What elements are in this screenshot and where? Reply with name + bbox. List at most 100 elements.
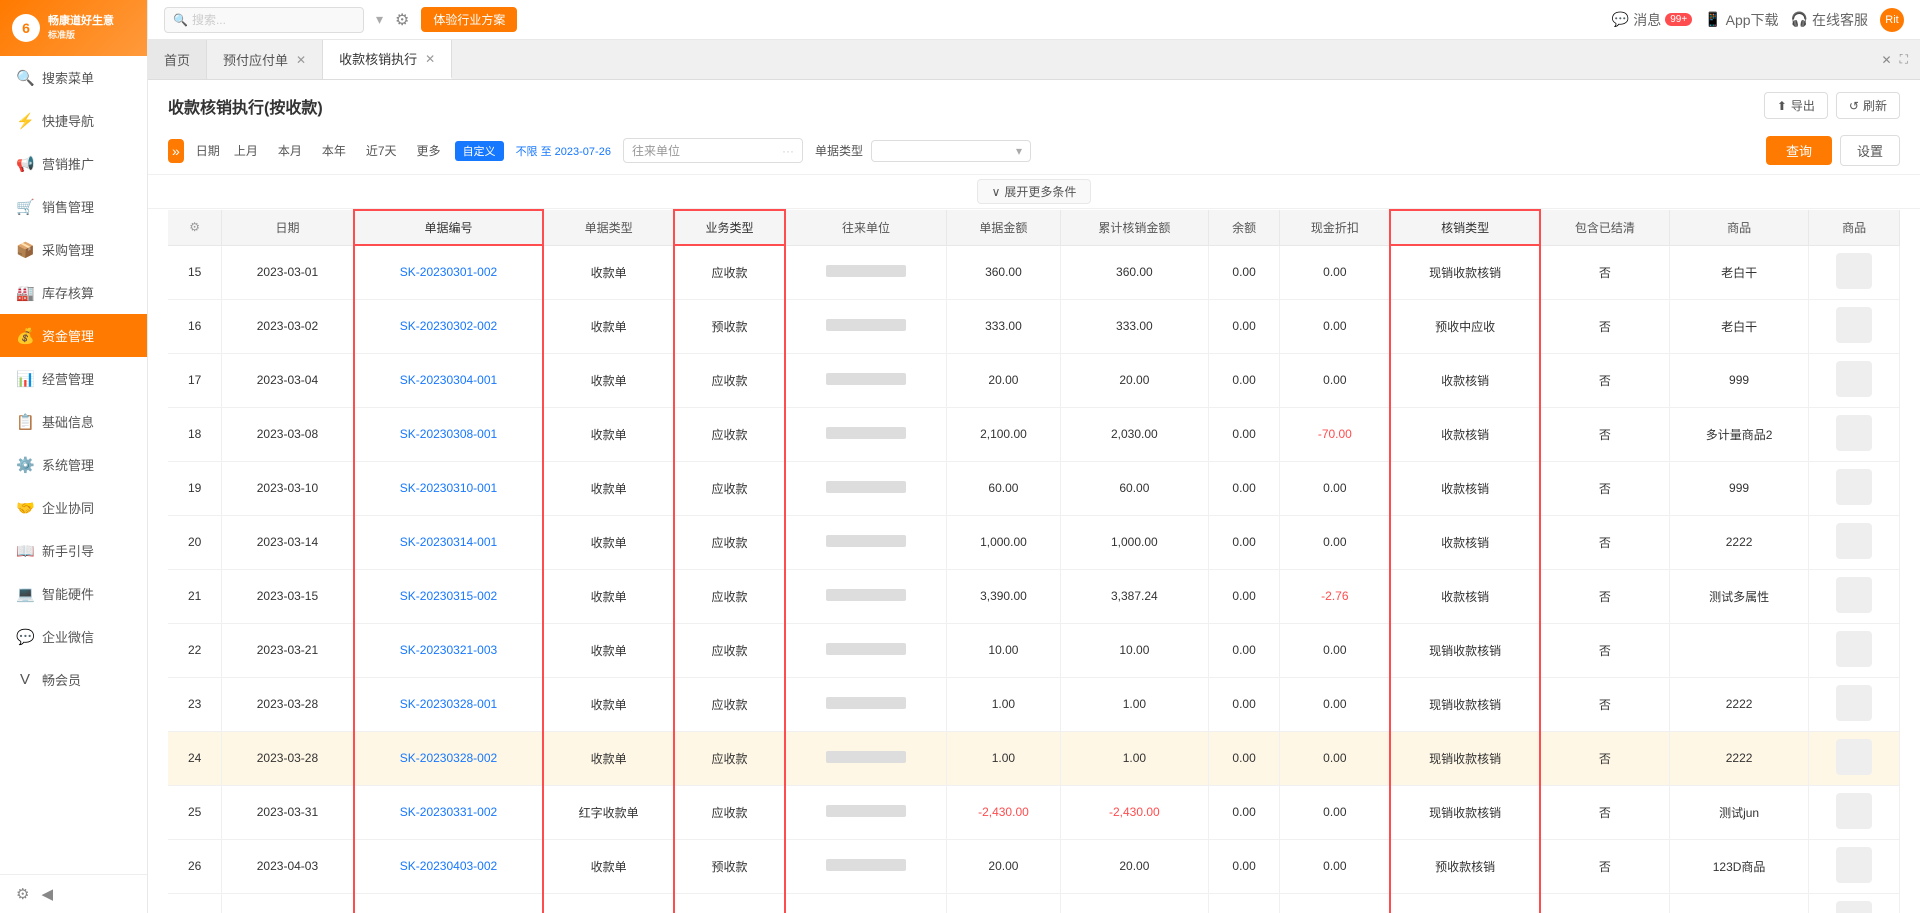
industry-solution-button[interactable]: 体验行业方案 [421, 7, 517, 32]
th-included[interactable]: 包含已结清 [1540, 210, 1670, 245]
goods-thumbnail [1836, 253, 1872, 289]
hardware-icon: 💻 [16, 585, 34, 603]
query-button[interactable]: 查询 [1766, 136, 1832, 165]
bill-no-link[interactable]: SK-20230331-002 [400, 805, 497, 819]
th-amount[interactable]: 单据金额 [946, 210, 1060, 245]
expand-more-btn[interactable]: ∨ 展开更多条件 [977, 179, 1092, 204]
tab-expand-icon[interactable]: ⛶ [1900, 52, 1908, 67]
sidebar-item-wechat[interactable]: 💬 企业微信 [0, 615, 147, 658]
bill-no-link[interactable]: SK-20230403-002 [400, 859, 497, 873]
tab-prepay[interactable]: 预付应付单 ✕ [207, 40, 323, 79]
export-icon: ⬆ [1777, 99, 1787, 113]
online-service-area[interactable]: 🎧 在线客服 [1791, 10, 1868, 30]
cell-cumulative: 20.00 [1060, 839, 1208, 893]
settings-top-icon[interactable]: ⚙ [395, 10, 409, 30]
bill-no-link[interactable]: SK-20230315-002 [400, 589, 497, 603]
bill-no-link[interactable]: SK-20230321-003 [400, 643, 497, 657]
th-balance[interactable]: 余额 [1208, 210, 1280, 245]
cell-bill-no[interactable]: SK-20230408-001 [354, 893, 544, 913]
tab-close-icon[interactable]: ✕ [1882, 53, 1892, 67]
settings-bottom-icon[interactable]: ⚙ [16, 885, 29, 903]
bill-no-link[interactable]: SK-20230328-001 [400, 697, 497, 711]
sidebar-item-system[interactable]: ⚙️ 系统管理 [0, 443, 147, 486]
cell-goods2 [1809, 623, 1900, 677]
cell-bill-no[interactable]: SK-20230304-001 [354, 353, 544, 407]
cell-bill-no[interactable]: SK-20230315-002 [354, 569, 544, 623]
date-custom-btn[interactable]: 自定义 [455, 141, 504, 161]
bill-type-select[interactable]: ▾ [871, 140, 1031, 162]
notification-area[interactable]: 💬 消息 99+ [1612, 10, 1692, 30]
sidebar-item-quicknav[interactable]: ⚡ 快捷导航 [0, 99, 147, 142]
th-settings[interactable]: ⚙ [168, 210, 222, 245]
th-partner[interactable]: 往来单位 [785, 210, 946, 245]
cell-goods1: 999 [1669, 461, 1808, 515]
setting-button[interactable]: 设置 [1840, 135, 1900, 166]
bill-no-link[interactable]: SK-20230302-002 [400, 319, 497, 333]
column-settings-icon[interactable]: ⚙ [189, 220, 200, 234]
th-discount[interactable]: 现金折扣 [1280, 210, 1391, 245]
sidebar-item-enterprise[interactable]: 🤝 企业协同 [0, 486, 147, 529]
filter-collapse-btn[interactable]: » [168, 139, 184, 163]
bill-no-link[interactable]: SK-20230328-002 [400, 751, 497, 765]
bill-no-link[interactable]: SK-20230310-001 [400, 481, 497, 495]
cell-bill-no[interactable]: SK-20230328-002 [354, 731, 544, 785]
refresh-button[interactable]: ↺ 刷新 [1836, 92, 1900, 119]
app-download-area[interactable]: 📱 App下载 [1704, 10, 1778, 30]
global-search-input[interactable]: 🔍 搜索... [164, 7, 364, 33]
tab-home[interactable]: 首页 [148, 40, 207, 79]
partner-filter-input[interactable]: 往来单位 ··· [623, 138, 803, 163]
th-biz-type[interactable]: 业务类型 [674, 210, 785, 245]
sidebar-item-sales[interactable]: 🛒 销售管理 [0, 185, 147, 228]
bill-no-link[interactable]: SK-20230308-001 [400, 427, 497, 441]
cell-bill-no[interactable]: SK-20230308-001 [354, 407, 544, 461]
th-goods2[interactable]: 商品 [1809, 210, 1900, 245]
marketing-icon: 📢 [16, 155, 34, 173]
cell-bill-no[interactable]: SK-20230314-001 [354, 515, 544, 569]
date-more-btn[interactable]: 更多 [411, 140, 447, 161]
date-this-year-btn[interactable]: 本年 [316, 140, 352, 161]
sidebar-item-purchase[interactable]: 📦 采购管理 [0, 228, 147, 271]
bill-no-link[interactable]: SK-20230301-002 [400, 265, 497, 279]
user-area[interactable]: Rit [1880, 8, 1904, 32]
sidebar-item-vip[interactable]: V 畅会员 [0, 658, 147, 701]
th-cumulative[interactable]: 累计核销金额 [1060, 210, 1208, 245]
cell-goods2 [1809, 677, 1900, 731]
th-bill-no[interactable]: 单据编号 [354, 210, 544, 245]
sidebar-item-basic-info[interactable]: 📋 基础信息 [0, 400, 147, 443]
tab-writeoff-close[interactable]: ✕ [425, 52, 435, 66]
cell-bill-no[interactable]: SK-20230301-002 [354, 245, 544, 299]
sidebar-item-hardware[interactable]: 💻 智能硬件 [0, 572, 147, 615]
sidebar-item-operations[interactable]: 📊 经营管理 [0, 357, 147, 400]
dropdown-chevron-icon[interactable]: ▾ [376, 11, 383, 28]
sidebar-item-finance[interactable]: 💰 资金管理 [0, 314, 147, 357]
cell-partner [785, 893, 946, 913]
date-7days-btn[interactable]: 近7天 [360, 140, 403, 161]
cell-bill-no[interactable]: SK-20230310-001 [354, 461, 544, 515]
cell-partner [785, 515, 946, 569]
cell-writeoff-type: 预收款核销 [1390, 839, 1539, 893]
bill-no-link[interactable]: SK-20230314-001 [400, 535, 497, 549]
cell-bill-no[interactable]: SK-20230403-002 [354, 839, 544, 893]
date-prev-month-btn[interactable]: 上月 [228, 140, 264, 161]
th-goods1[interactable]: 商品 [1669, 210, 1808, 245]
date-this-month-btn[interactable]: 本月 [272, 140, 308, 161]
goods-thumbnail [1836, 631, 1872, 667]
cell-bill-no[interactable]: SK-20230302-002 [354, 299, 544, 353]
cell-bill-no[interactable]: SK-20230321-003 [354, 623, 544, 677]
bill-no-link[interactable]: SK-20230304-001 [400, 373, 497, 387]
sidebar-item-inventory[interactable]: 🏭 库存核算 [0, 271, 147, 314]
sidebar-item-marketing[interactable]: 📢 营销推广 [0, 142, 147, 185]
th-date[interactable]: 日期 [222, 210, 354, 245]
tab-prepay-close[interactable]: ✕ [296, 53, 306, 67]
collapse-arrow-icon: » [172, 143, 180, 159]
cell-goods1: 老白干 [1669, 245, 1808, 299]
export-button[interactable]: ⬆ 导出 [1764, 92, 1828, 119]
sidebar-item-search[interactable]: 🔍 搜索菜单 [0, 56, 147, 99]
th-writeoff-type[interactable]: 核销类型 [1390, 210, 1539, 245]
cell-bill-no[interactable]: SK-20230331-002 [354, 785, 544, 839]
cell-bill-no[interactable]: SK-20230328-001 [354, 677, 544, 731]
collapse-sidebar-icon[interactable]: ◀ [41, 885, 53, 903]
sidebar-item-guide[interactable]: 📖 新手引导 [0, 529, 147, 572]
tab-writeoff[interactable]: 收款核销执行 ✕ [323, 40, 452, 79]
th-bill-type[interactable]: 单据类型 [543, 210, 673, 245]
